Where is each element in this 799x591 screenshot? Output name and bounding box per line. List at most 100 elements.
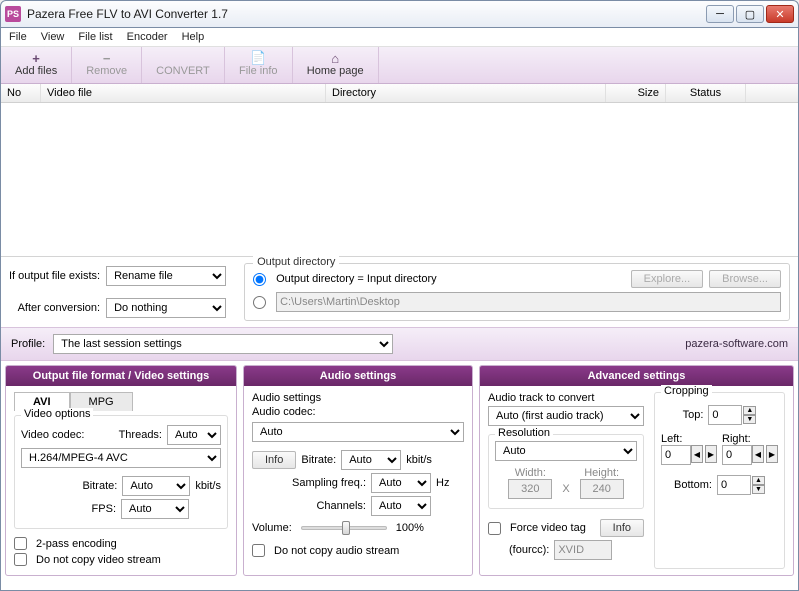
- audio-codec-label: Audio codec:: [252, 406, 464, 418]
- window-title: Pazera Free FLV to AVI Converter 1.7: [27, 7, 706, 21]
- down-icon[interactable]: ▼: [743, 415, 756, 424]
- advanced-panel-title: Advanced settings: [480, 366, 793, 386]
- menu-file[interactable]: File: [9, 31, 27, 43]
- cropping-legend: Cropping: [661, 385, 712, 397]
- audio-bitrate-select[interactable]: Auto: [341, 450, 401, 470]
- column-size[interactable]: Size: [606, 84, 666, 102]
- right-icon[interactable]: ▶: [705, 445, 717, 463]
- browse-button[interactable]: Browse...: [709, 270, 781, 288]
- maximize-button[interactable]: ▢: [736, 5, 764, 23]
- nocopy-video-label: Do not copy video stream: [36, 554, 161, 566]
- file-list[interactable]: No Video file Directory Size Status: [1, 84, 798, 256]
- exists-label: If output file exists:: [9, 270, 100, 282]
- audio-track-select[interactable]: Auto (first audio track): [488, 406, 644, 426]
- twopass-label: 2-pass encoding: [36, 538, 117, 550]
- volume-value: 100%: [396, 522, 424, 534]
- audio-panel-title: Audio settings: [244, 366, 472, 386]
- up-icon[interactable]: ▲: [743, 406, 756, 415]
- audio-info-button[interactable]: Info: [252, 451, 296, 469]
- sampling-unit: Hz: [436, 477, 464, 489]
- profile-select[interactable]: The last session settings: [53, 334, 393, 354]
- video-codec-select[interactable]: H.264/MPEG-4 AVC: [21, 448, 221, 468]
- left-icon[interactable]: ◀: [752, 445, 764, 463]
- crop-top-label: Top:: [683, 409, 704, 421]
- outdir-same-label: Output directory = Input directory: [276, 273, 437, 285]
- audio-track-label: Audio track to convert: [488, 392, 644, 404]
- exists-select[interactable]: Rename file: [106, 266, 226, 286]
- after-label: After conversion:: [9, 302, 100, 314]
- channels-select[interactable]: Auto: [371, 496, 431, 516]
- plus-icon: +: [15, 51, 57, 65]
- close-button[interactable]: ✕: [766, 5, 794, 23]
- width-label: Width:: [508, 467, 552, 479]
- fourcc-input[interactable]: [554, 540, 612, 560]
- threads-select[interactable]: Auto: [167, 425, 221, 445]
- after-select[interactable]: Do nothing: [106, 298, 226, 318]
- outdir-path-input[interactable]: [276, 292, 781, 312]
- video-bitrate-select[interactable]: Auto: [122, 476, 190, 496]
- menu-filelist[interactable]: File list: [78, 31, 112, 43]
- dimension-x: X: [562, 471, 569, 495]
- crop-bottom-input[interactable]: [717, 475, 751, 495]
- advanced-info-button[interactable]: Info: [600, 519, 644, 537]
- twopass-checkbox[interactable]: [14, 537, 27, 550]
- crop-top-input[interactable]: [708, 405, 742, 425]
- nocopy-audio-checkbox[interactable]: [252, 544, 265, 557]
- toolbar: +Add files −Remove CONVERT 📄File info ⌂H…: [1, 47, 798, 84]
- column-video-file[interactable]: Video file: [41, 84, 326, 102]
- audio-codec-select[interactable]: Auto: [252, 422, 464, 442]
- force-tag-label: Force video tag: [510, 522, 586, 534]
- minimize-button[interactable]: ─: [706, 5, 734, 23]
- video-bitrate-label: Bitrate:: [82, 480, 117, 492]
- sampling-select[interactable]: Auto: [371, 473, 431, 493]
- output-dir-legend: Output directory: [253, 256, 339, 268]
- height-input[interactable]: [580, 479, 624, 499]
- video-bitrate-unit: kbit/s: [195, 480, 221, 492]
- crop-right-label: Right:: [722, 433, 778, 445]
- audio-bitrate-label: Bitrate:: [301, 454, 336, 466]
- video-options-legend: Video options: [21, 408, 93, 420]
- force-tag-checkbox[interactable]: [488, 522, 501, 535]
- toolbar-add-files[interactable]: +Add files: [1, 47, 72, 83]
- fourcc-label: (fourcc):: [509, 544, 549, 556]
- column-directory[interactable]: Directory: [326, 84, 606, 102]
- channels-label: Channels:: [316, 500, 366, 512]
- nocopy-audio-label: Do not copy audio stream: [274, 545, 399, 557]
- volume-label: Volume:: [252, 522, 292, 534]
- explore-button[interactable]: Explore...: [631, 270, 703, 288]
- outdir-same-radio[interactable]: [253, 273, 266, 286]
- toolbar-remove[interactable]: −Remove: [72, 47, 142, 83]
- outdir-custom-radio[interactable]: [253, 296, 266, 309]
- right-icon[interactable]: ▶: [766, 445, 778, 463]
- volume-slider[interactable]: [301, 526, 387, 530]
- menu-encoder[interactable]: Encoder: [127, 31, 168, 43]
- toolbar-file-info[interactable]: 📄File info: [225, 47, 293, 83]
- nocopy-video-checkbox[interactable]: [14, 553, 27, 566]
- audio-bitrate-unit: kbit/s: [406, 454, 432, 466]
- vendor-link[interactable]: pazera-software.com: [685, 338, 788, 350]
- menu-view[interactable]: View: [41, 31, 65, 43]
- left-icon[interactable]: ◀: [691, 445, 703, 463]
- toolbar-home-page[interactable]: ⌂Home page: [293, 47, 379, 83]
- crop-left-label: Left:: [661, 433, 717, 445]
- toolbar-convert[interactable]: CONVERT: [142, 47, 225, 83]
- app-icon: PS: [5, 6, 21, 22]
- down-icon[interactable]: ▼: [752, 485, 765, 494]
- convert-icon: [156, 51, 210, 65]
- video-panel-title: Output file format / Video settings: [6, 366, 236, 386]
- profile-label: Profile:: [11, 338, 45, 350]
- home-icon: ⌂: [307, 51, 364, 65]
- resolution-select[interactable]: Auto: [495, 441, 637, 461]
- up-icon[interactable]: ▲: [752, 476, 765, 485]
- fps-label: FPS:: [92, 503, 116, 515]
- crop-left-input[interactable]: [661, 445, 691, 465]
- width-input[interactable]: [508, 479, 552, 499]
- resolution-legend: Resolution: [495, 427, 553, 439]
- crop-right-input[interactable]: [722, 445, 752, 465]
- column-status[interactable]: Status: [666, 84, 746, 102]
- crop-bottom-label: Bottom:: [674, 479, 712, 491]
- menu-help[interactable]: Help: [182, 31, 205, 43]
- fps-select[interactable]: Auto: [121, 499, 189, 519]
- file-icon: 📄: [239, 51, 278, 65]
- column-no[interactable]: No: [1, 84, 41, 102]
